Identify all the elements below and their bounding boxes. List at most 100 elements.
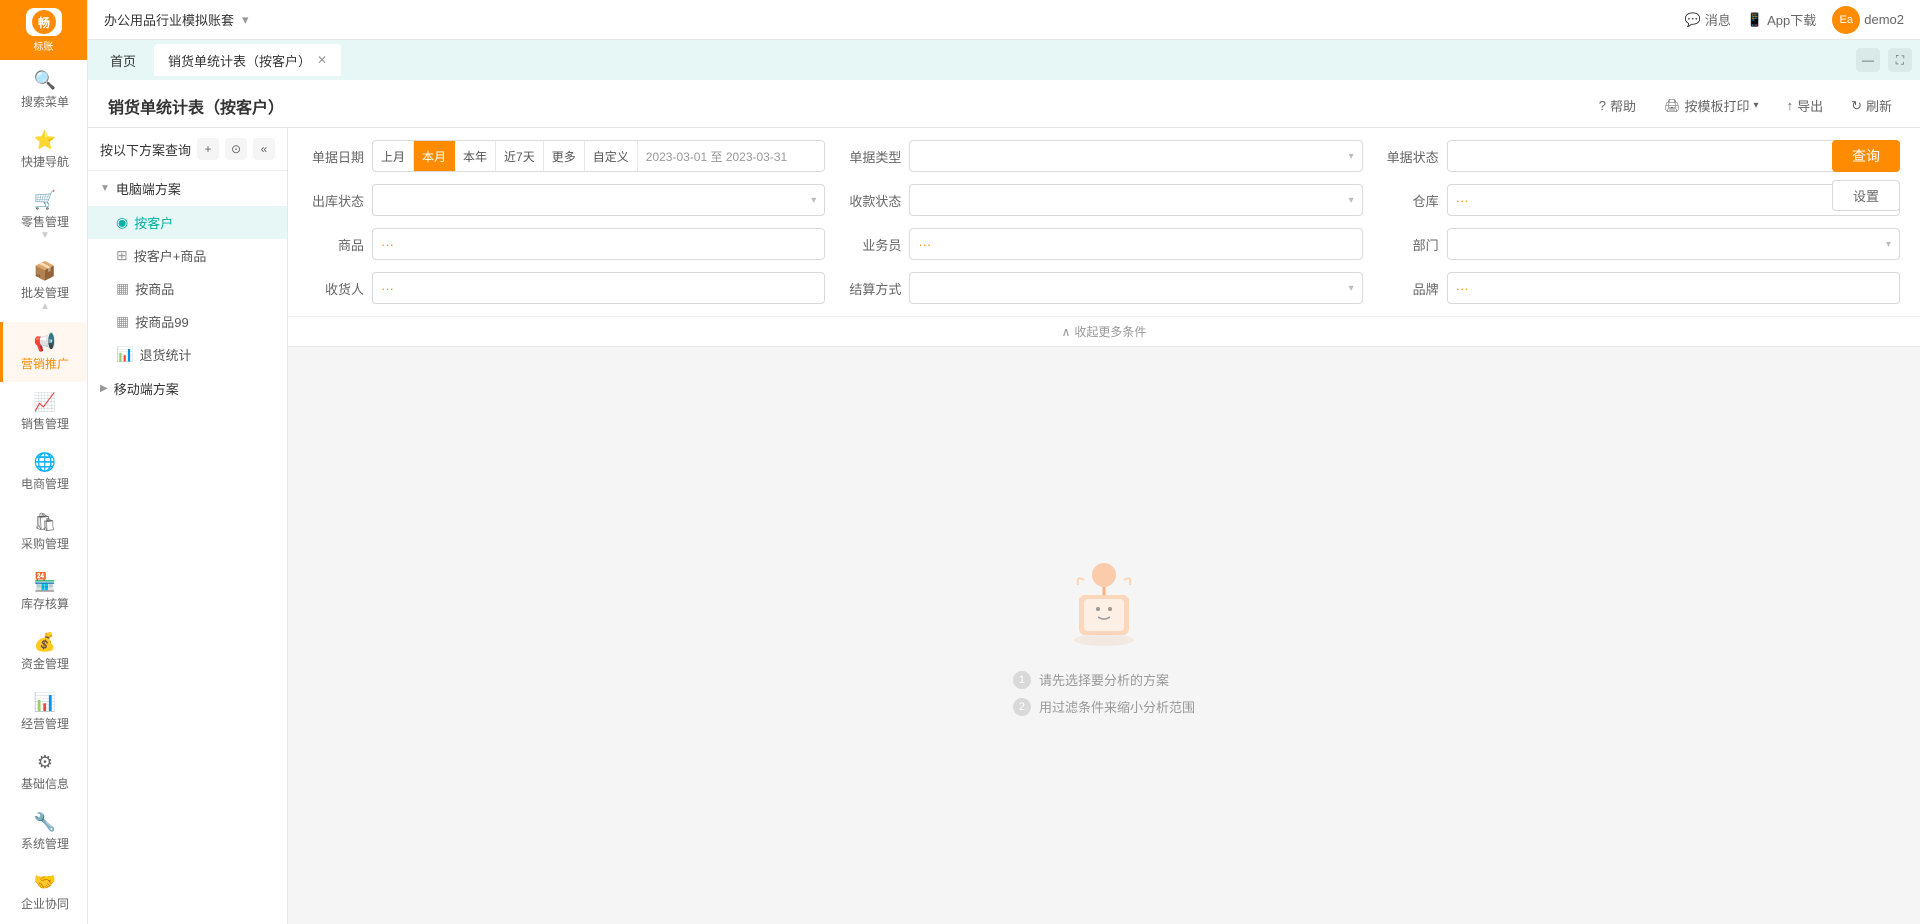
date-btn-more[interactable]: 更多 — [544, 141, 585, 171]
date-range-display: 2023-03-01 至 2023-03-31 — [638, 148, 825, 165]
scheme-item-by-goods-99[interactable]: ▦ 按商品99 — [88, 305, 287, 338]
sidebar-item-basic[interactable]: ⚙ 基础信息 — [0, 742, 87, 802]
sidebar-item-operation[interactable]: 📊 经营管理 — [0, 682, 87, 742]
sidebar-item-finance[interactable]: 💰 资金管理 — [0, 622, 87, 682]
sidebar-item-purchase[interactable]: 🛍 采购管理 — [0, 502, 87, 562]
filter-dept-input[interactable]: ▾ — [1447, 228, 1900, 260]
help-btn[interactable]: ? 帮助 — [1591, 92, 1644, 119]
sidebar-item-marketing[interactable]: 📢 营销推广 — [0, 322, 87, 382]
filter-out-status-input[interactable]: ▾ — [372, 184, 825, 216]
filter-item-recv-status: 收款状态 ▾ — [845, 184, 1362, 216]
scheme-group-desktop: ▼ 电脑端方案 ◉ 按客户 ⊞ 按客户+商品 ▦ 按商品 — [88, 171, 287, 371]
filter-brand-input[interactable]: ··· — [1447, 272, 1900, 304]
wholesale-expand-icon: ▲ — [40, 301, 50, 312]
filter-dept-control: ▾ — [1447, 228, 1900, 260]
empty-tips: 1 请先选择要分析的方案 2 用过滤条件来缩小分析范围 — [1013, 670, 1195, 716]
sidebar-item-ecommerce[interactable]: 🌐 电商管理 — [0, 442, 87, 502]
refresh-btn[interactable]: ↻ 刷新 — [1843, 92, 1900, 119]
filter-settle-arrow: ▾ — [1349, 283, 1354, 294]
tab-maximize-btn[interactable]: ⛶ — [1888, 48, 1912, 72]
sidebar-item-retail-label: 零售管理 — [21, 213, 69, 230]
scheme-collapse-btn[interactable]: « — [253, 138, 275, 160]
help-icon: ? — [1599, 98, 1606, 113]
filter-goods-input[interactable]: ··· — [372, 228, 825, 260]
tip-text-2: 用过滤条件来缩小分析范围 — [1039, 697, 1195, 716]
filter-staff-input[interactable]: ··· — [909, 228, 1362, 260]
sidebar-item-sales[interactable]: 📈 销售管理 — [0, 382, 87, 442]
sidebar-item-search[interactable]: 🔍 搜索菜单 — [0, 60, 87, 120]
scheme-item-goods-label: 按商品 — [135, 279, 174, 298]
filter-recv-person-input[interactable]: ··· — [372, 272, 825, 304]
tab-minimize-btn[interactable]: — — [1856, 48, 1880, 72]
scheme-group-mobile-arrow: ▶ — [100, 383, 108, 394]
message-action[interactable]: 💬 消息 — [1685, 10, 1731, 29]
filter-settle-input[interactable]: ▾ — [909, 272, 1362, 304]
query-btn[interactable]: 查询 — [1832, 140, 1900, 172]
sidebar-item-system[interactable]: 🔧 系统管理 — [0, 802, 87, 862]
search-icon: 🔍 — [34, 70, 56, 91]
filter-section: 单据日期 上月 本月 本年 近7天 更多 自定义 2023-03-01 至 20… — [288, 128, 1920, 347]
empty-tip-1: 1 请先选择要分析的方案 — [1013, 670, 1195, 689]
sidebar-item-finance-label: 资金管理 — [21, 655, 69, 672]
sidebar-item-inventory-label: 库存核算 — [21, 595, 69, 612]
settings-btn[interactable]: 设置 — [1832, 180, 1900, 211]
scheme-group-desktop-label: 电脑端方案 — [116, 179, 181, 198]
help-label: 帮助 — [1610, 96, 1636, 115]
scheme-item-return-icon: 📊 — [116, 346, 133, 363]
scheme-header: 按以下方案查询 + ⊙ « — [88, 128, 287, 171]
sidebar-item-retail[interactable]: 🛒 零售管理 ▼ — [0, 180, 87, 251]
filter-brand-label: 品牌 — [1383, 279, 1439, 298]
scheme-add-btn[interactable]: + — [197, 138, 219, 160]
collapse-up-icon: ∧ — [1062, 325, 1071, 339]
sidebar-item-purchase-label: 采购管理 — [21, 535, 69, 552]
filter-recv-status-input[interactable]: ▾ — [909, 184, 1362, 216]
tab-home[interactable]: 首页 — [96, 44, 150, 76]
scheme-item-by-goods[interactable]: ▦ 按商品 — [88, 272, 287, 305]
filter-out-status-arrow: ▾ — [811, 195, 816, 206]
page-actions: ? 帮助 🖨 按模板打印 ▾ ↑ 导出 ↻ 刷新 — [1591, 92, 1900, 119]
tip-num-2: 2 — [1013, 698, 1031, 716]
tab-sales-stat[interactable]: 销货单统计表（按客户） ✕ — [154, 44, 341, 76]
date-btn-custom[interactable]: 自定义 — [585, 141, 638, 171]
user-action[interactable]: Ea demo2 — [1832, 6, 1904, 34]
filter-status-label: 单据状态 — [1383, 147, 1439, 166]
sidebar-item-system-label: 系统管理 — [21, 835, 69, 852]
tab-close-icon[interactable]: ✕ — [317, 53, 327, 67]
topbar-dropdown-icon[interactable]: ▾ — [242, 12, 249, 28]
filter-recv-status-label: 收款状态 — [845, 191, 901, 210]
sidebar-item-inventory[interactable]: 🏪 库存核算 — [0, 562, 87, 622]
date-btn-last-month[interactable]: 上月 — [373, 141, 414, 171]
empty-tip-2: 2 用过滤条件来缩小分析范围 — [1013, 697, 1195, 716]
filter-item-type: 单据类型 ▾ — [845, 140, 1362, 172]
sidebar-item-enterprise[interactable]: 🤝 企业协同 — [0, 862, 87, 922]
tip-text-1: 请先选择要分析的方案 — [1039, 670, 1169, 689]
template-print-icon: 🖨 — [1664, 98, 1681, 114]
scheme-group-desktop-header[interactable]: ▼ 电脑端方案 — [88, 171, 287, 206]
export-btn[interactable]: ↑ 导出 — [1779, 92, 1832, 119]
filter-out-status-control: ▾ — [372, 184, 825, 216]
template-print-btn[interactable]: 🖨 按模板打印 ▾ — [1656, 92, 1767, 119]
date-btn-this-year[interactable]: 本年 — [455, 141, 496, 171]
scheme-settings-btn[interactable]: ⊙ — [225, 138, 247, 160]
date-btn-7days[interactable]: 近7天 — [496, 141, 544, 171]
filter-item-dept: 部门 ▾ — [1383, 228, 1900, 260]
empty-icon — [1054, 555, 1154, 658]
sidebar-item-wholesale-label: 批发管理 — [21, 284, 69, 301]
scheme-group-mobile-header[interactable]: ▶ 移动端方案 — [88, 371, 287, 406]
sidebar-item-wholesale[interactable]: 📦 批发管理 ▲ — [0, 251, 87, 322]
tab-home-label: 首页 — [110, 51, 136, 70]
filter-type-input[interactable]: ▾ — [909, 140, 1362, 172]
wholesale-icon: 📦 — [34, 261, 56, 282]
scheme-item-return-stat[interactable]: 📊 退货统计 — [88, 338, 287, 371]
scheme-item-by-customer[interactable]: ◉ 按客户 — [88, 206, 287, 239]
filter-staff-control: ··· — [909, 228, 1362, 260]
topbar-right: 💬 消息 📱 App下载 Ea demo2 — [1685, 6, 1904, 34]
quicknav-icon: ⭐ — [34, 130, 56, 151]
app-download-action[interactable]: 📱 App下载 — [1747, 10, 1816, 29]
query-buttons-area: 查询 设置 — [1832, 140, 1900, 211]
date-btn-this-month[interactable]: 本月 — [414, 141, 455, 171]
collapse-btn[interactable]: ∧ 收起更多条件 — [288, 316, 1920, 346]
sidebar-item-quicknav[interactable]: ⭐ 快捷导航 — [0, 120, 87, 180]
scheme-item-customer-goods[interactable]: ⊞ 按客户+商品 — [88, 239, 287, 272]
app-download-icon: 📱 — [1747, 12, 1763, 28]
